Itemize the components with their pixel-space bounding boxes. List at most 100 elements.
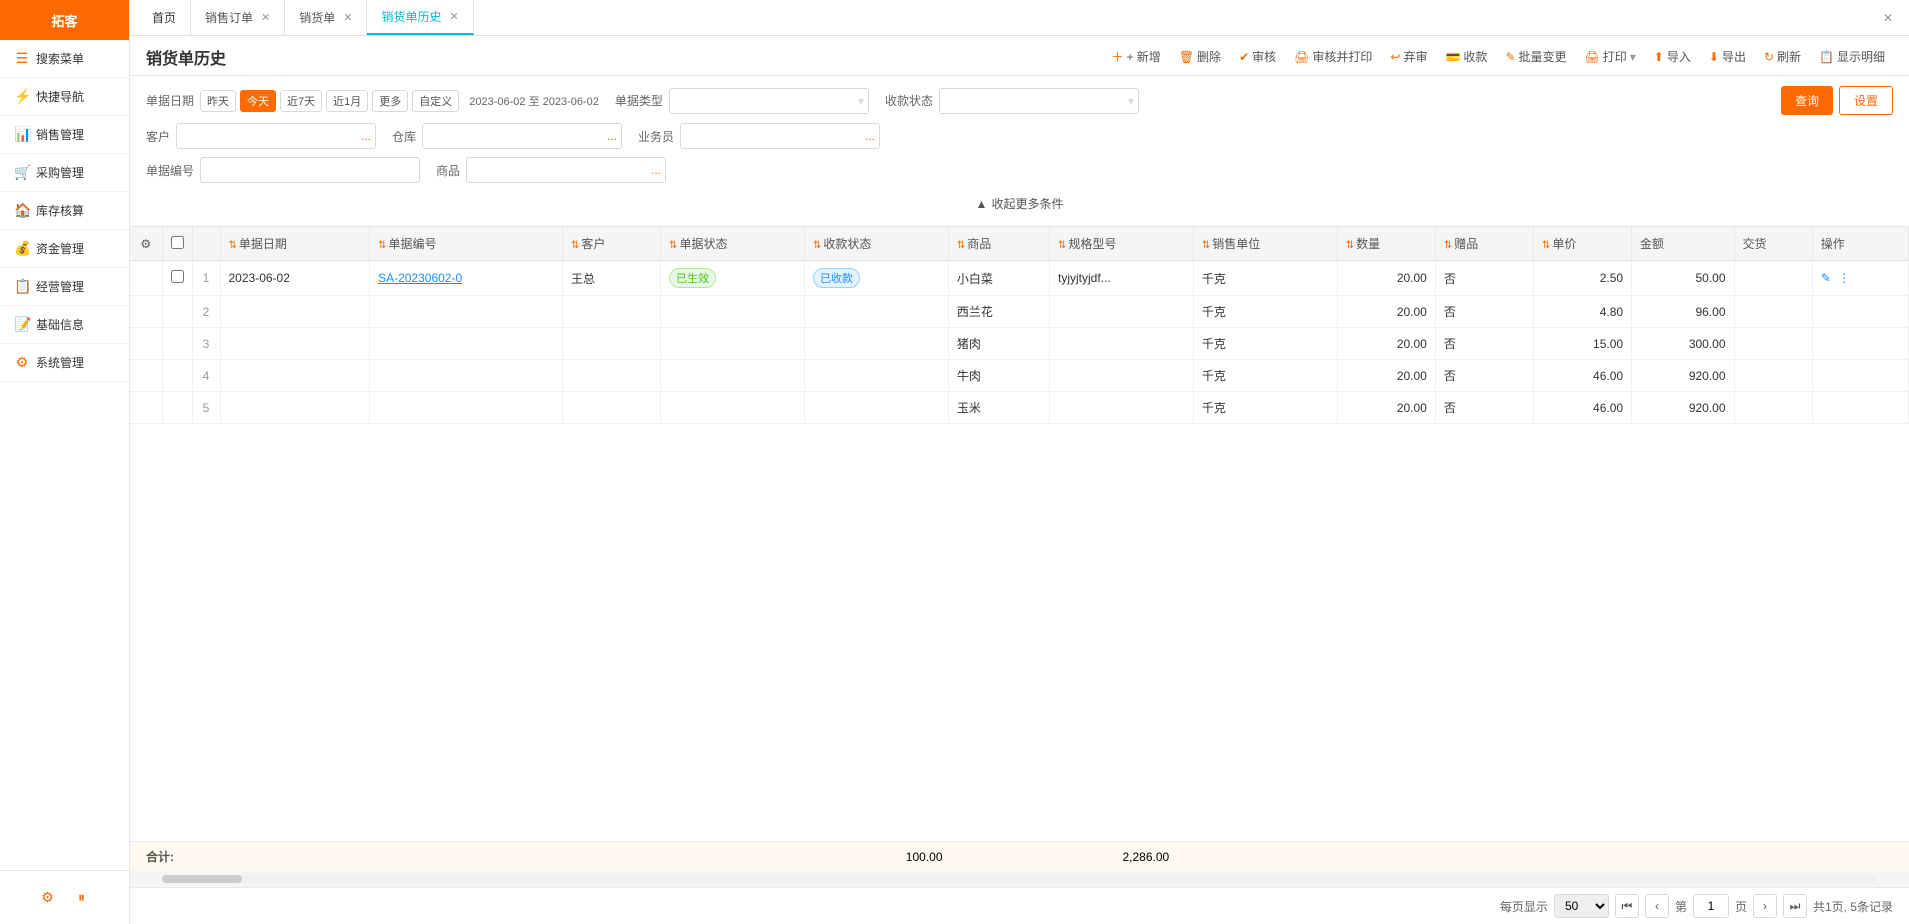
show-detail-button[interactable]: 📋 显示明细 [1811,44,1893,69]
sidebar-item-inventory[interactable]: 🏠 库存核算 [0,192,129,230]
delete-button[interactable]: 🗑 删除 [1171,44,1229,69]
table-header-row: ⚙ ⇅单据日期 ⇅单据编号 ⇅客户 ⇅单据状态 ⇅收款状态 ⇅商品 ⇅规格型号 … [130,227,1909,261]
first-page-button[interactable]: ⏮ [1615,894,1639,918]
col-pay-status[interactable]: ⇅收款状态 [804,227,948,261]
salesman-label: 业务员 [638,128,674,145]
row-unit-1: 千克 [1193,296,1337,328]
date-btn-1month[interactable]: 近1月 [326,90,368,112]
prev-page-button[interactable]: ‹ [1645,894,1669,918]
abandon-button[interactable]: ↩ 弃审 [1382,44,1435,69]
row-actions-0: ✎ ⋮ [1812,261,1908,296]
tab-bar-close-all[interactable]: ✕ [1875,7,1901,29]
row-docno-3[interactable] [370,360,563,392]
row-edit-icon-0[interactable]: ✎ [1821,271,1831,285]
date-btn-custom[interactable]: 自定义 [412,90,459,112]
row-docno-0[interactable]: SA-20230602-0 [370,261,563,296]
tab-home[interactable]: 首页 [138,0,191,35]
query-button[interactable]: 查询 [1781,86,1833,115]
horizontal-scrollbar-thumb[interactable] [162,875,242,883]
sidebar-item-basic-info[interactable]: 📝 基础信息 [0,306,129,344]
docno-link-0[interactable]: SA-20230602-0 [378,271,462,285]
doc-type-input[interactable] [674,89,858,113]
row-docno-1[interactable] [370,296,563,328]
settings-button[interactable]: 设置 [1839,86,1893,115]
audit-print-button[interactable]: 🖨 审核并打印 [1286,44,1380,69]
salesman-input[interactable] [685,124,865,148]
row-select-checkbox[interactable] [171,270,184,283]
row-doc-status-3 [661,360,805,392]
row-checkbox-4[interactable] [162,392,192,424]
docno-input[interactable] [200,157,420,183]
refresh-button[interactable]: ↻ 刷新 [1756,44,1809,69]
customer-dotdot-btn[interactable]: ... [361,129,371,143]
pay-status-input[interactable] [944,89,1128,113]
row-num-4: 5 [192,392,220,424]
table-row: 4 牛肉 千克 20.00 否 46.00 920.00 [130,360,1909,392]
page-title: 销货单历史 [146,45,226,69]
tab-sales-goods[interactable]: 销货单 ✕ [285,0,367,35]
sidebar-item-purchase-mgmt[interactable]: 🛒 采购管理 [0,154,129,192]
row-checkbox-0[interactable] [162,261,192,296]
row-spec-0: tyjyjtyjdf... [1049,261,1193,296]
print-icon: 🖨 [1585,50,1600,64]
filter-collapse-btn[interactable]: ▲ 收起更多条件 [968,191,1072,216]
sidebar-item-search-menu[interactable]: ☰ 搜索菜单 [0,40,129,78]
collect-button[interactable]: 💳 收款 [1437,44,1495,69]
goods-dotdot-btn[interactable]: ... [651,163,661,177]
new-button[interactable]: ＋ + 新增 [1103,44,1168,69]
print-button[interactable]: 🖨 打印 ▾ [1577,44,1644,69]
horizontal-scrollbar-track[interactable] [162,875,1877,883]
last-page-button[interactable]: ⏭ [1783,894,1807,918]
sidebar-item-sys-mgmt[interactable]: ⚙ 系统管理 [0,344,129,382]
salesman-dotdot-btn[interactable]: ... [865,129,875,143]
import-button[interactable]: ⬆ 导入 [1646,44,1699,69]
col-doc-status[interactable]: ⇅单据状态 [661,227,805,261]
page-size-select[interactable]: 50 100 200 [1554,894,1609,918]
date-range-display: 2023-06-02 至 2023-06-02 [469,93,599,109]
row-detail-icon-0[interactable]: ⋮ [1838,271,1850,285]
row-checkbox-3[interactable] [162,360,192,392]
col-unit[interactable]: ⇅销售单位 [1193,227,1337,261]
sidebar-bottom-settings[interactable]: ⚙ ⏸ [0,879,129,916]
col-gift[interactable]: ⇅赠品 [1435,227,1533,261]
batch-change-button[interactable]: ✎ 批量变更 [1497,44,1574,69]
tab-sales-order-close[interactable]: ✕ [261,11,270,24]
collapse-label: 收起更多条件 [991,195,1063,212]
tab-sales-goods-close[interactable]: ✕ [343,11,352,24]
page-number-input[interactable] [1693,894,1729,918]
col-date[interactable]: ⇅单据日期 [220,227,370,261]
col-goods[interactable]: ⇅商品 [948,227,1049,261]
sidebar-item-sales-mgmt[interactable]: 📊 销售管理 [0,116,129,154]
tab-sales-order[interactable]: 销售订单 ✕ [191,0,285,35]
date-btn-7days[interactable]: 近7天 [280,90,322,112]
col-settings[interactable]: ⚙ [130,227,162,261]
audit-button[interactable]: ✔ 审核 [1231,44,1284,69]
tab-sales-history[interactable]: 销货单历史 ✕ [367,0,473,35]
customer-input[interactable] [181,124,361,148]
row-checkbox-2[interactable] [162,328,192,360]
date-btn-today[interactable]: 今天 [240,90,276,112]
warehouse-input[interactable] [427,124,607,148]
tab-sales-history-close[interactable]: ✕ [450,10,459,23]
sidebar-item-quick-nav[interactable]: ⚡ 快捷导航 [0,78,129,116]
goods-input[interactable] [471,158,651,182]
col-customer[interactable]: ⇅客户 [562,227,660,261]
import-icon: ⬆ [1654,50,1664,64]
select-all-checkbox[interactable] [171,236,184,249]
row-qty-1: 20.00 [1337,296,1435,328]
row-docno-2[interactable] [370,328,563,360]
next-page-button[interactable]: › [1753,894,1777,918]
sidebar-item-operation[interactable]: 📋 经营管理 [0,268,129,306]
export-button[interactable]: ⬇ 导出 [1701,44,1754,69]
sidebar-item-finance[interactable]: 💰 资金管理 [0,230,129,268]
row-checkbox-1[interactable] [162,296,192,328]
col-spec[interactable]: ⇅规格型号 [1049,227,1193,261]
col-price[interactable]: ⇅单价 [1533,227,1631,261]
warehouse-dotdot-btn[interactable]: ... [607,129,617,143]
col-docno[interactable]: ⇅单据编号 [370,227,563,261]
bottom-settings-icon: ⚙ [40,889,56,906]
row-docno-4[interactable] [370,392,563,424]
date-btn-more[interactable]: 更多 [372,90,408,112]
col-qty[interactable]: ⇅数量 [1337,227,1435,261]
date-btn-yesterday[interactable]: 昨天 [200,90,236,112]
